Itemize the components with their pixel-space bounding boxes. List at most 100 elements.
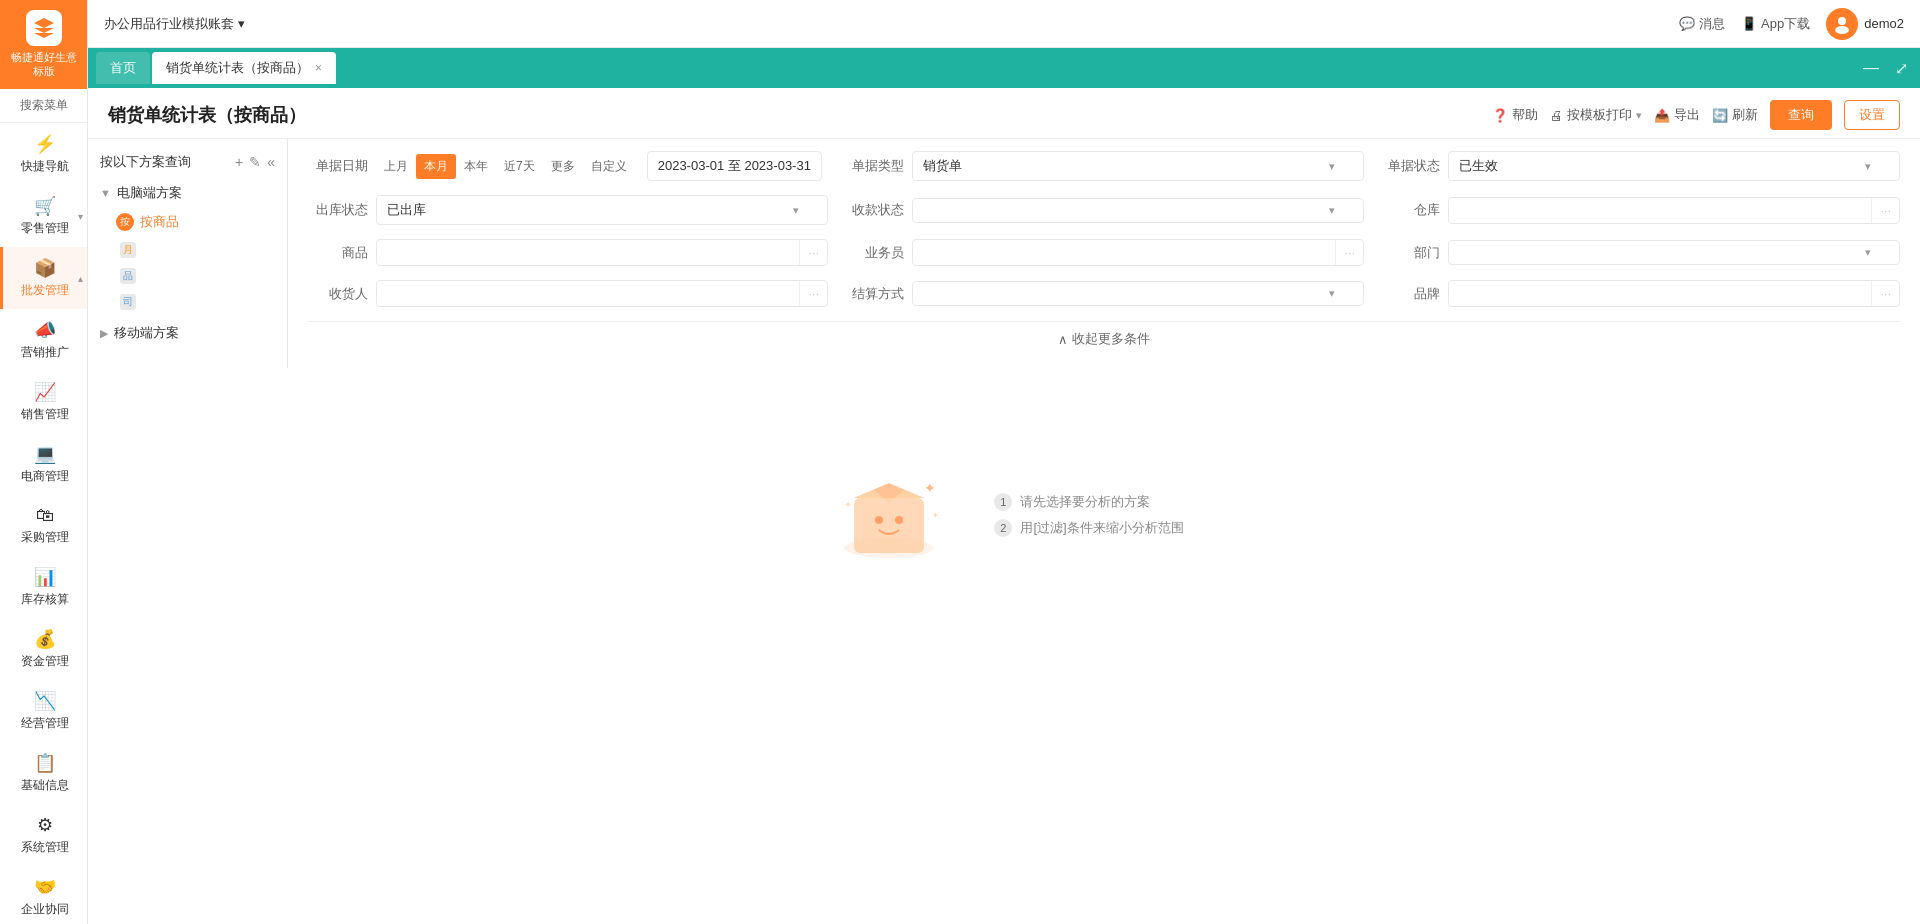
goods-input[interactable]: ···: [376, 239, 828, 266]
message-button[interactable]: 💬 消息: [1679, 15, 1725, 33]
sidebar-item-collab[interactable]: 🤝 企业协同: [0, 866, 87, 924]
help-label: 帮助: [1512, 106, 1538, 124]
filter-stock-field: 出库状态 已出库 ▾: [308, 195, 828, 225]
scheme-add-button[interactable]: +: [235, 154, 243, 170]
scheme-sub-item-monthly[interactable]: 月: [88, 237, 287, 263]
finance-label: 资金管理: [21, 653, 69, 670]
brand-more-btn[interactable]: ···: [1871, 281, 1899, 306]
sidebar-item-marketing[interactable]: 📣 营销推广: [0, 309, 87, 371]
sidebar-item-purchase[interactable]: 🛍 采购管理: [0, 495, 87, 556]
shortcut-7days[interactable]: 近7天: [496, 154, 543, 179]
settlement-control: ▾: [912, 281, 1364, 306]
app-download-button[interactable]: 📱 App下载: [1741, 15, 1810, 33]
payment-arrow-icon: ▾: [1329, 204, 1335, 217]
industry-arrow-icon: ▾: [238, 16, 245, 31]
help-link[interactable]: ❓ 帮助: [1492, 106, 1538, 124]
content-area: 销货单统计表（按商品） ❓ 帮助 🖨 按模板打印 ▾ 📤 导出: [88, 88, 1920, 924]
salesperson-more-btn[interactable]: ···: [1335, 240, 1363, 265]
user-profile[interactable]: demo2: [1826, 8, 1904, 40]
shortcut-custom[interactable]: 自定义: [583, 154, 635, 179]
date-shortcuts: 上月 本月 本年 近7天 更多 自定义: [376, 154, 635, 179]
warehouse-input[interactable]: ···: [1448, 197, 1900, 224]
scheme-sub-item-driver[interactable]: 司: [88, 289, 287, 315]
scheme-item-byproduct[interactable]: 按 按商品: [88, 207, 287, 237]
print-label: 按模板打印: [1567, 106, 1632, 124]
marketing-icon: 📣: [34, 319, 56, 341]
receiver-input[interactable]: ···: [376, 280, 828, 307]
refresh-link[interactable]: 🔄 刷新: [1712, 106, 1758, 124]
date-range-input[interactable]: 2023-03-01 至 2023-03-31: [647, 151, 822, 181]
goods-more-btn[interactable]: ···: [799, 240, 827, 265]
ecommerce-icon: 💻: [34, 443, 56, 465]
tab-active[interactable]: 销货单统计表（按商品） ×: [152, 52, 336, 84]
receiver-text-input[interactable]: [377, 281, 799, 306]
tab-minimize-button[interactable]: —: [1859, 59, 1883, 78]
inventory-label: 库存核算: [21, 591, 69, 608]
shortcut-lastmonth[interactable]: 上月: [376, 154, 416, 179]
sidebar-item-wholesale[interactable]: 📦 批发管理 ▴: [0, 247, 87, 309]
sidebar-item-sales[interactable]: 📈 销售管理: [0, 371, 87, 433]
sidebar-item-basic[interactable]: 📋 基础信息: [0, 742, 87, 804]
warehouse-text-input[interactable]: [1449, 198, 1871, 223]
collapse-bar[interactable]: ∧ 收起更多条件: [308, 321, 1900, 356]
docstatus-select[interactable]: 已生效 ▾: [1448, 151, 1900, 181]
tab-close-button[interactable]: ×: [315, 62, 322, 74]
tab-bar: 首页 销货单统计表（按商品） × — ⤢: [88, 48, 1920, 88]
brand-text-input[interactable]: [1449, 281, 1871, 306]
payment-label: 收款状态: [844, 201, 904, 219]
doctype-value: 销货单: [923, 157, 962, 175]
settlement-select[interactable]: ▾: [912, 281, 1364, 306]
sidebar-item-finance[interactable]: 💰 资金管理: [0, 618, 87, 680]
stock-control: 已出库 ▾: [376, 195, 828, 225]
filter-goods-field: 商品 ···: [308, 239, 828, 266]
sidebar-item-quicknav[interactable]: ⚡ 快捷导航: [0, 123, 87, 185]
purchase-icon: 🛍: [36, 505, 54, 526]
scheme-sub-item-category[interactable]: 品: [88, 263, 287, 289]
sidebar-item-management[interactable]: 📉 经营管理: [0, 680, 87, 742]
query-button[interactable]: 查询: [1770, 100, 1832, 130]
scheme-edit-button[interactable]: ✎: [249, 154, 261, 170]
goods-text-input[interactable]: [377, 240, 799, 265]
doctype-select[interactable]: 销货单 ▾: [912, 151, 1364, 181]
logo-icon: [26, 10, 62, 46]
shortcut-more[interactable]: 更多: [543, 154, 583, 179]
logo-area[interactable]: 畅捷通好生意 标版: [0, 0, 87, 89]
salesperson-input[interactable]: ···: [912, 239, 1364, 266]
scheme-group-mobile-title[interactable]: ▶ 移动端方案: [88, 319, 287, 347]
industry-selector[interactable]: 办公用品行业模拟账套 ▾: [104, 15, 245, 33]
sidebar-item-retail[interactable]: 🛒 零售管理 ▾: [0, 185, 87, 247]
sidebar-nav: ⚡ 快捷导航 🛒 零售管理 ▾ 📦 批发管理 ▴ 📣 营销推广 📈 销售管理 💻…: [0, 123, 87, 924]
sales-icon: 📈: [34, 381, 56, 403]
industry-name: 办公用品行业模拟账套: [104, 15, 234, 33]
scheme-collapse-button[interactable]: «: [267, 154, 275, 170]
tab-maximize-button[interactable]: ⤢: [1891, 59, 1912, 78]
brand-label: 品牌: [1380, 285, 1440, 303]
tab-home[interactable]: 首页: [96, 52, 150, 84]
sidebar-item-ecommerce[interactable]: 💻 电商管理: [0, 433, 87, 495]
shortcut-thisyear[interactable]: 本年: [456, 154, 496, 179]
sidebar-item-system[interactable]: ⚙ 系统管理: [0, 804, 87, 866]
header-right: 💬 消息 📱 App下载 demo2: [1679, 8, 1904, 40]
sidebar: 畅捷通好生意 标版 搜索菜单 ⚡ 快捷导航 🛒 零售管理 ▾ 📦 批发管理 ▴ …: [0, 0, 88, 924]
export-link[interactable]: 📤 导出: [1654, 106, 1700, 124]
payment-select[interactable]: ▾: [912, 198, 1364, 223]
shortcut-thismonth[interactable]: 本月: [416, 154, 456, 179]
scheme-group-desktop-title[interactable]: ▼ 电脑端方案: [88, 179, 287, 207]
stock-select[interactable]: 已出库 ▾: [376, 195, 828, 225]
salesperson-text-input[interactable]: [913, 240, 1335, 265]
docstatus-value: 已生效: [1459, 157, 1498, 175]
inventory-icon: 📊: [34, 566, 56, 588]
svg-rect-3: [854, 498, 924, 553]
print-link[interactable]: 🖨 按模板打印 ▾: [1550, 106, 1642, 124]
sidebar-item-inventory[interactable]: 📊 库存核算: [0, 556, 87, 618]
logo-text: 畅捷通好生意 标版: [4, 50, 83, 79]
warehouse-more-btn[interactable]: ···: [1871, 198, 1899, 223]
sidebar-search[interactable]: 搜索菜单: [0, 89, 87, 123]
wholesale-arrow: ▴: [78, 272, 83, 283]
brand-input[interactable]: ···: [1448, 280, 1900, 307]
department-select[interactable]: ▾: [1448, 240, 1900, 265]
receiver-more-btn[interactable]: ···: [799, 281, 827, 306]
settings-button[interactable]: 设置: [1844, 100, 1900, 130]
search-menu-label[interactable]: 搜索菜单: [20, 97, 68, 114]
goods-control: ···: [376, 239, 828, 266]
